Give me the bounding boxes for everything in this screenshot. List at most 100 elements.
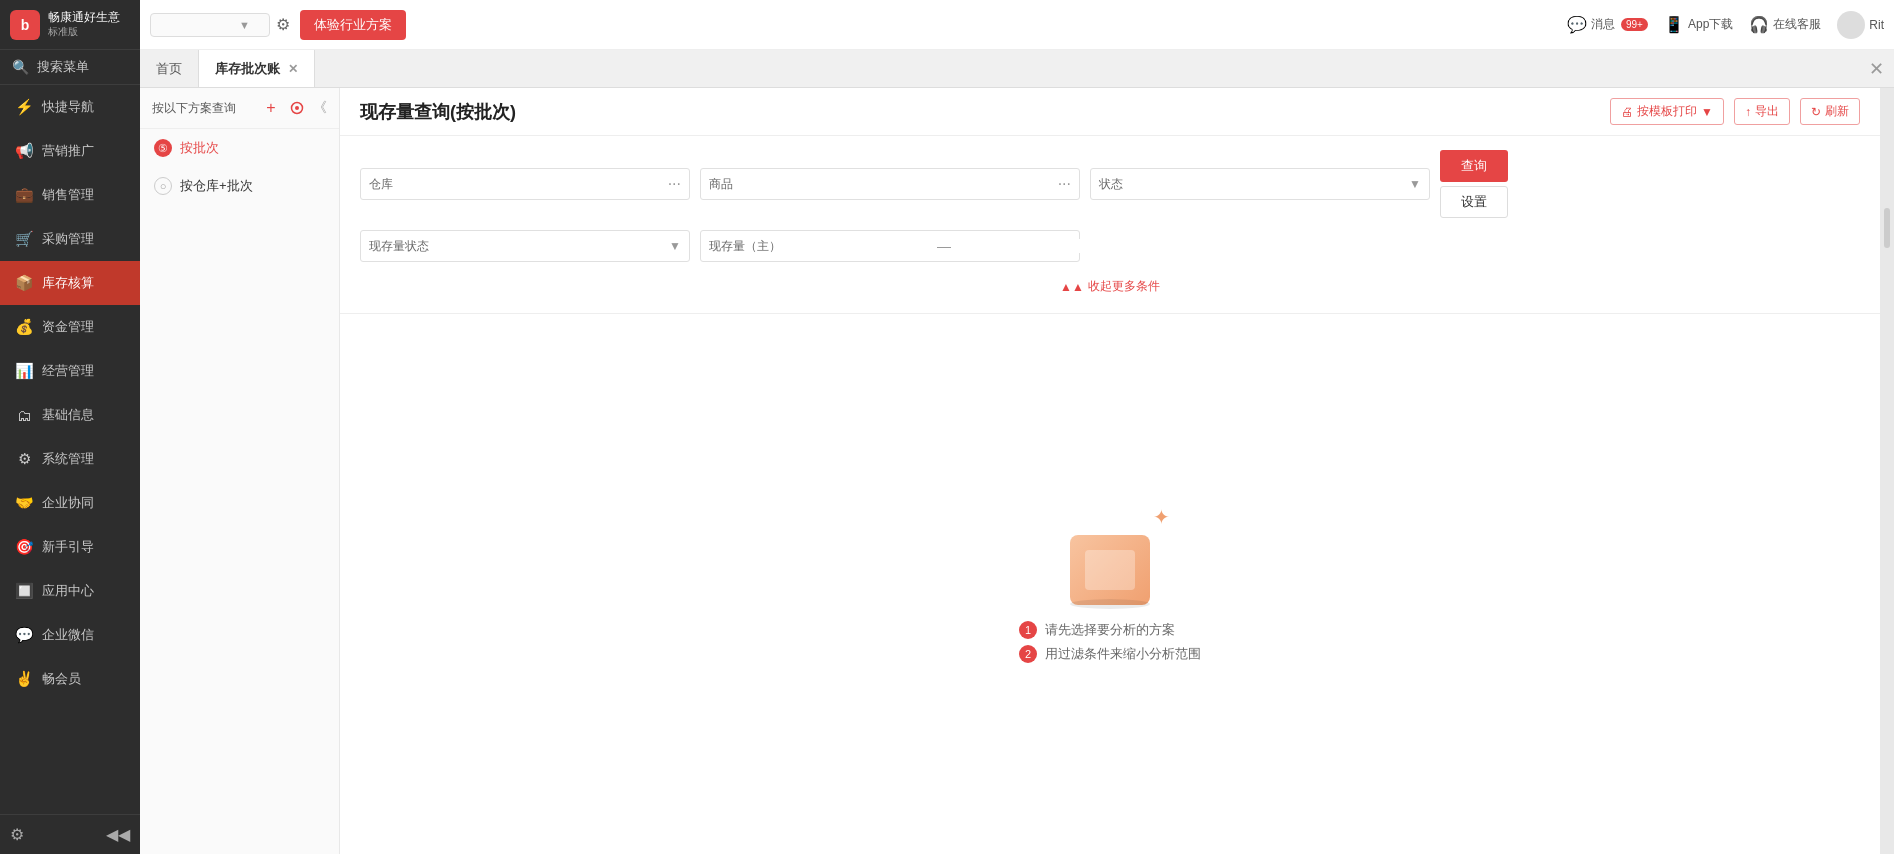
- collapse-sidebar-icon[interactable]: ◀◀: [106, 825, 130, 844]
- member-icon: ✌: [14, 669, 34, 689]
- stock-status-input[interactable]: [435, 239, 665, 253]
- export-icon: ↑: [1745, 105, 1751, 119]
- flash-icon: ⚡: [14, 97, 34, 117]
- refresh-btn-label: 刷新: [1825, 103, 1849, 120]
- status-filter[interactable]: 状态 ▼: [1090, 168, 1430, 200]
- sidebar-item-label: 系统管理: [42, 450, 94, 468]
- page-title: 现存量查询(按批次): [360, 100, 516, 124]
- right-edge-panel: [1880, 88, 1894, 854]
- search-input[interactable]: [159, 18, 239, 32]
- add-plan-btn[interactable]: +: [261, 98, 281, 118]
- message-icon: 💬: [1567, 15, 1587, 34]
- warehouse-input[interactable]: [399, 177, 668, 191]
- sidebar-item-yingyong[interactable]: 🔲 应用中心: [0, 569, 140, 613]
- export-btn[interactable]: ↑ 导出: [1734, 98, 1790, 125]
- panel-close-btn[interactable]: ✕: [1869, 58, 1884, 80]
- print-btn[interactable]: 🖨 按模板打印 ▼: [1610, 98, 1724, 125]
- sidebar: b 畅康通好生意 标准版 🔍 搜索菜单 ⚡ 快捷导航 📢 营销推广 💼 销售管理…: [0, 0, 140, 854]
- plan-label-cangku-pici: 按仓库+批次: [180, 177, 253, 195]
- empty-state: ✦ 1 请先选择要分析的方案 2 用过滤条件来缩小分析范围: [340, 314, 1880, 854]
- wechat-icon: 💬: [14, 625, 34, 645]
- tab-home-label: 首页: [156, 60, 182, 78]
- settings-plan-btn[interactable]: [287, 98, 307, 118]
- app-download-action[interactable]: 📱 App下载: [1664, 15, 1733, 34]
- warehouse-dots[interactable]: ···: [668, 175, 681, 193]
- sidebar-search[interactable]: 🔍 搜索菜单: [0, 50, 140, 85]
- product-filter[interactable]: 商品 ···: [700, 168, 1080, 200]
- export-btn-label: 导出: [1755, 103, 1779, 120]
- stock-qty-max-input[interactable]: [951, 239, 1101, 253]
- app-title-block: 畅康通好生意 标准版: [48, 10, 120, 40]
- stock-status-chevron-icon[interactable]: ▼: [669, 239, 681, 253]
- phone-icon: 📱: [1664, 15, 1684, 34]
- right-panel: 现存量查询(按批次) 🖨 按模板打印 ▼ ↑ 导出 ↻ 刷新: [340, 88, 1880, 854]
- sidebar-item-label: 采购管理: [42, 230, 94, 248]
- plan-item-cangku-pici[interactable]: ○ 按仓库+批次: [140, 167, 339, 205]
- app-download-label: App下载: [1688, 16, 1733, 33]
- page-actions: 🖨 按模板打印 ▼ ↑ 导出 ↻ 刷新: [1610, 98, 1860, 125]
- sidebar-item-xitong[interactable]: ⚙ 系统管理: [0, 437, 140, 481]
- sidebar-item-kuaijie[interactable]: ⚡ 快捷导航: [0, 85, 140, 129]
- sidebar-item-xinshou[interactable]: 🎯 新手引导: [0, 525, 140, 569]
- empty-box: [1070, 535, 1150, 605]
- sidebar-item-qiyexietong[interactable]: 🤝 企业协同: [0, 481, 140, 525]
- stock-qty-filter[interactable]: 现存量（主） —: [700, 230, 1080, 262]
- query-btn[interactable]: 查询: [1440, 150, 1508, 182]
- plan-label-pici: 按批次: [180, 139, 219, 157]
- username-label: Rit: [1869, 18, 1884, 32]
- app-title: 畅康通好生意: [48, 10, 120, 26]
- target-icon: 🎯: [14, 537, 34, 557]
- left-panel: 按以下方案查询 + 《 ⑤ 按批次 ○ 按仓库: [140, 88, 340, 854]
- settings-btn[interactable]: 设置: [1440, 186, 1508, 218]
- collapse-filters-btn[interactable]: ▲▲ 收起更多条件: [360, 274, 1860, 299]
- sidebar-item-changhui[interactable]: ✌ 畅会员: [0, 657, 140, 701]
- box-icon: 📦: [14, 273, 34, 293]
- sidebar-item-jichu[interactable]: 🗂 基础信息: [0, 393, 140, 437]
- online-service-action[interactable]: 🎧 在线客服: [1749, 15, 1821, 34]
- refresh-icon: ↻: [1811, 105, 1821, 119]
- filter-row-2: 现存量状态 ▼ 现存量（主） —: [360, 230, 1860, 262]
- sidebar-item-xiaoshou[interactable]: 💼 销售管理: [0, 173, 140, 217]
- briefcase-icon: 💼: [14, 185, 34, 205]
- sidebar-item-jingying[interactable]: 📊 经营管理: [0, 349, 140, 393]
- status-label: 状态: [1099, 176, 1123, 193]
- warehouse-filter[interactable]: 仓库 ···: [360, 168, 690, 200]
- empty-step-1: 1 请先选择要分析的方案: [1019, 621, 1201, 639]
- sidebar-item-yingxiao[interactable]: 📢 营销推广: [0, 129, 140, 173]
- user-action[interactable]: Rit: [1837, 11, 1884, 39]
- stock-qty-min-input[interactable]: [787, 239, 937, 253]
- left-panel-title: 按以下方案查询: [152, 100, 236, 117]
- topbar-left: ▼ ⚙ 体验行业方案: [150, 10, 1567, 40]
- tab-close-icon[interactable]: ✕: [288, 62, 298, 76]
- sidebar-item-kucun[interactable]: 📦 库存核算: [0, 261, 140, 305]
- headset-icon: 🎧: [1749, 15, 1769, 34]
- product-dots[interactable]: ···: [1058, 175, 1071, 193]
- sidebar-footer: ⚙ ◀◀: [0, 814, 140, 854]
- messages-action[interactable]: 💬 消息 99+: [1567, 15, 1648, 34]
- sidebar-item-label: 新手引导: [42, 538, 94, 556]
- sidebar-item-zijin[interactable]: 💰 资金管理: [0, 305, 140, 349]
- collapse-up-icon: ▲▲: [1060, 280, 1084, 294]
- tab-kucun-pici[interactable]: 库存批次账 ✕: [199, 50, 315, 87]
- tab-kucun-pici-label: 库存批次账: [215, 60, 280, 78]
- settings-footer-icon[interactable]: ⚙: [10, 825, 24, 844]
- plan-item-pici[interactable]: ⑤ 按批次: [140, 129, 339, 167]
- refresh-btn[interactable]: ↻ 刷新: [1800, 98, 1860, 125]
- status-input[interactable]: [1129, 177, 1405, 191]
- sidebar-item-caigou[interactable]: 🛒 采购管理: [0, 217, 140, 261]
- experience-btn[interactable]: 体验行业方案: [300, 10, 406, 40]
- search-wrapper[interactable]: ▼: [150, 13, 270, 37]
- sidebar-item-label: 经营管理: [42, 362, 94, 380]
- tab-home[interactable]: 首页: [140, 50, 199, 87]
- sidebar-item-qiyeweixin[interactable]: 💬 企业微信: [0, 613, 140, 657]
- empty-step-2: 2 用过滤条件来缩小分析范围: [1019, 645, 1201, 663]
- empty-shadow: [1070, 599, 1150, 609]
- status-chevron-icon[interactable]: ▼: [1409, 177, 1421, 191]
- collapse-left-panel-btn[interactable]: 《: [313, 99, 327, 117]
- topbar-gear-icon[interactable]: ⚙: [276, 15, 290, 34]
- folder-icon: 🗂: [14, 405, 34, 425]
- stock-status-filter[interactable]: 现存量状态 ▼: [360, 230, 690, 262]
- sidebar-menu: ⚡ 快捷导航 📢 营销推广 💼 销售管理 🛒 采购管理 📦 库存核算 💰 资金管…: [0, 85, 140, 814]
- product-input[interactable]: [739, 177, 1058, 191]
- plan-icon-active: ⑤: [154, 139, 172, 157]
